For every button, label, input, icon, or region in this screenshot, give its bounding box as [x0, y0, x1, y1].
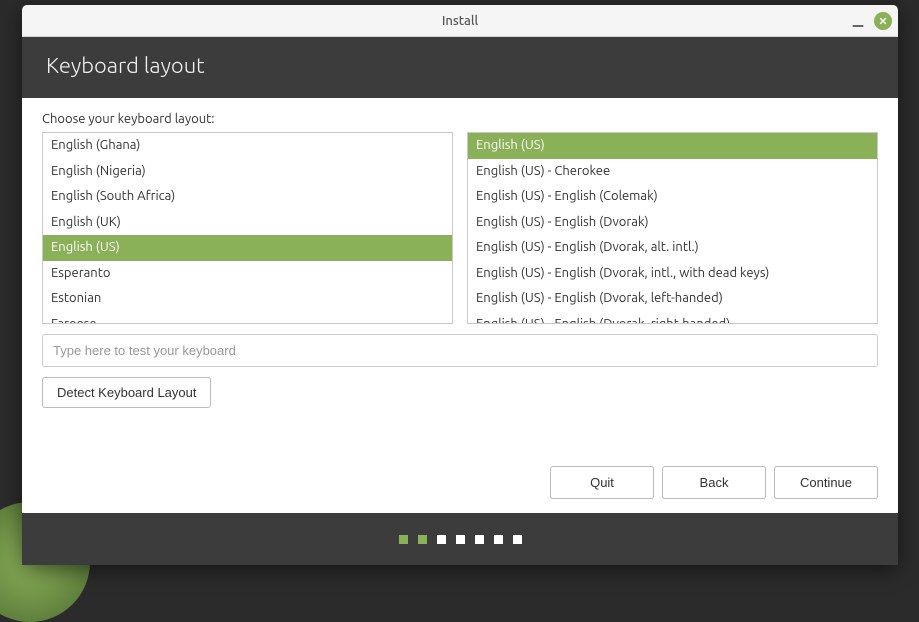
- variant-item[interactable]: English (US) - Cherokee: [468, 159, 877, 185]
- variant-item[interactable]: English (US) - English (Dvorak, intl., w…: [468, 261, 877, 287]
- page-title: Keyboard layout: [46, 53, 874, 78]
- layout-item[interactable]: English (South Africa): [43, 184, 452, 210]
- quit-button[interactable]: Quit: [550, 466, 654, 499]
- layout-item[interactable]: English (US): [43, 235, 452, 261]
- progress-step: [437, 535, 446, 544]
- layout-item[interactable]: Esperanto: [43, 261, 452, 287]
- keyboard-test-input[interactable]: [42, 334, 878, 367]
- progress-step: [475, 535, 484, 544]
- progress-step: [399, 535, 408, 544]
- continue-button[interactable]: Continue: [774, 466, 878, 499]
- close-button[interactable]: [874, 12, 892, 30]
- progress-step: [418, 535, 427, 544]
- progress-step: [494, 535, 503, 544]
- progress-step: [513, 535, 522, 544]
- detect-layout-button[interactable]: Detect Keyboard Layout: [42, 377, 211, 408]
- layout-item[interactable]: English (Nigeria): [43, 159, 452, 185]
- variant-item[interactable]: English (US): [468, 133, 877, 159]
- variant-listbox[interactable]: English (US)English (US) - CherokeeEngli…: [467, 132, 878, 324]
- layout-listbox[interactable]: English (Ghana)English (Nigeria)English …: [42, 132, 453, 324]
- progress-step: [456, 535, 465, 544]
- page-header: Keyboard layout: [22, 37, 898, 98]
- titlebar[interactable]: Install: [22, 5, 898, 37]
- minimize-icon: [850, 13, 866, 29]
- instruction-text: Choose your keyboard layout:: [42, 112, 878, 126]
- variant-item[interactable]: English (US) - English (Colemak): [468, 184, 877, 210]
- minimize-button[interactable]: [850, 13, 866, 29]
- progress-footer: [22, 513, 898, 565]
- installer-window: Install Keyboard layout Choose your keyb…: [22, 5, 898, 565]
- back-button[interactable]: Back: [662, 466, 766, 499]
- layout-item[interactable]: Estonian: [43, 286, 452, 312]
- layout-item[interactable]: Faroese: [43, 312, 452, 324]
- close-icon: [878, 16, 888, 26]
- variant-item[interactable]: English (US) - English (Dvorak, right-ha…: [468, 312, 877, 324]
- variant-item[interactable]: English (US) - English (Dvorak, left-han…: [468, 286, 877, 312]
- content-area: Choose your keyboard layout: English (Gh…: [22, 98, 898, 513]
- action-buttons: Quit Back Continue: [42, 450, 878, 499]
- window-title: Install: [22, 14, 898, 28]
- layout-item[interactable]: English (Ghana): [43, 133, 452, 159]
- window-controls: [850, 12, 892, 30]
- layout-lists: English (Ghana)English (Nigeria)English …: [42, 132, 878, 324]
- variant-item[interactable]: English (US) - English (Dvorak): [468, 210, 877, 236]
- variant-item[interactable]: English (US) - English (Dvorak, alt. int…: [468, 235, 877, 261]
- layout-item[interactable]: English (UK): [43, 210, 452, 236]
